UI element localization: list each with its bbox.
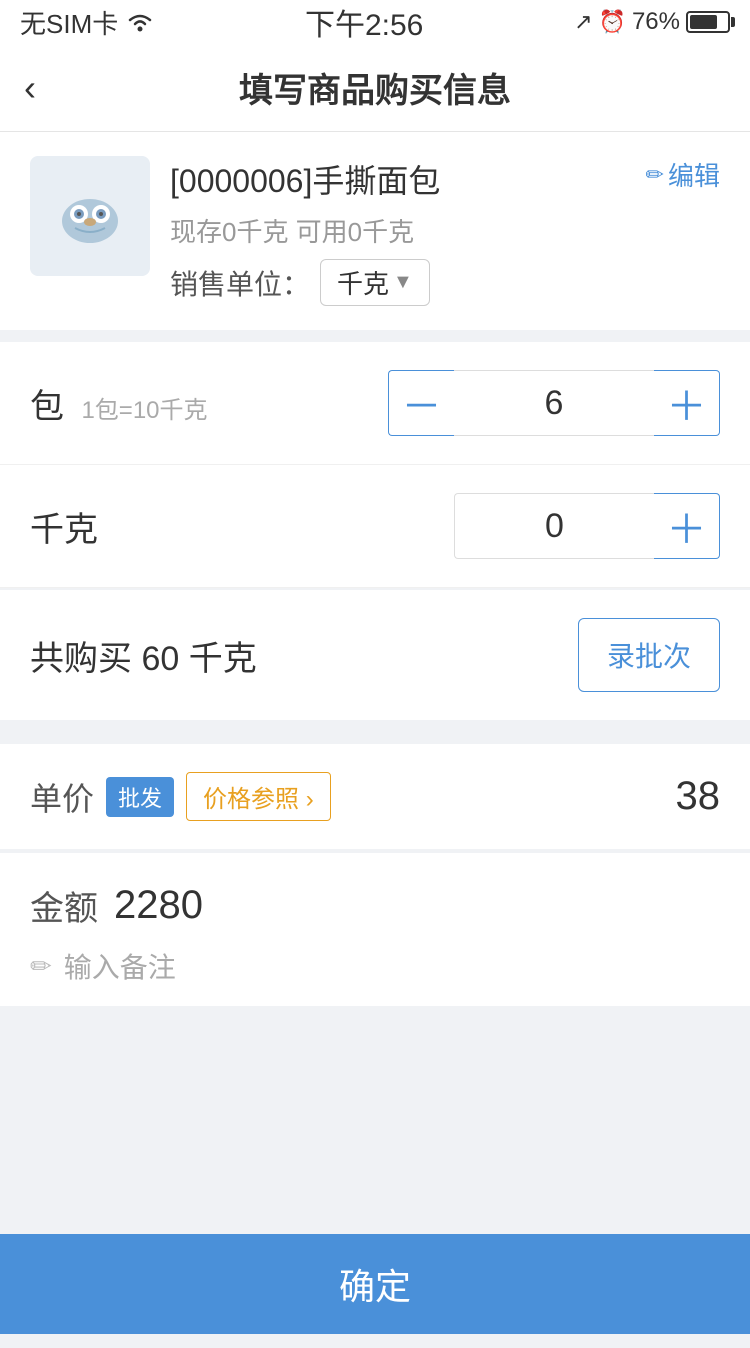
amount-row: 金额 2280 bbox=[30, 881, 720, 930]
total-text: 共购买 60 千克 bbox=[30, 631, 257, 680]
remark-placeholder: 输入备注 bbox=[64, 946, 176, 986]
price-section: 单价 批发 价格参照 › 38 bbox=[0, 744, 750, 849]
status-right: ↗ ⏰ 76% bbox=[574, 8, 730, 36]
status-left: 无SIM卡 bbox=[20, 4, 154, 41]
qianke-label: 千克 bbox=[30, 502, 454, 551]
page-title: 填写商品购买信息 bbox=[239, 63, 511, 112]
status-time: 下午2:56 bbox=[305, 0, 423, 44]
back-button[interactable]: ‹ bbox=[24, 67, 36, 109]
price-tag: 批发 bbox=[106, 777, 174, 817]
remark-pencil-icon: ✏ bbox=[30, 951, 52, 982]
edit-label: 编辑 bbox=[668, 156, 720, 193]
bao-input-section: 包 1包=10千克 － ＋ 千克 ＋ bbox=[0, 342, 750, 588]
product-section: [0000006]手撕面包 现存0千克 可用0千克 销售单位： 千克 ▼ ✏ 编… bbox=[0, 132, 750, 330]
record-batch-button[interactable]: 录批次 bbox=[578, 618, 720, 692]
amount-value: 2280 bbox=[114, 883, 203, 928]
product-info: [0000006]手撕面包 现存0千克 可用0千克 销售单位： 千克 ▼ bbox=[170, 156, 720, 306]
qianke-qty-control: ＋ bbox=[454, 493, 720, 559]
unit-value: 千克 bbox=[337, 264, 389, 301]
price-value: 38 bbox=[676, 774, 721, 819]
product-thumbnail bbox=[30, 156, 150, 276]
edit-link[interactable]: ✏ 编辑 bbox=[646, 156, 720, 193]
nav-bar: ‹ 填写商品购买信息 bbox=[0, 44, 750, 132]
unit-label: 销售单位： bbox=[170, 263, 310, 303]
bao-label: 包 1包=10千克 bbox=[30, 379, 388, 428]
wifi-icon bbox=[126, 12, 154, 32]
bao-input-row: 包 1包=10千克 － ＋ bbox=[0, 342, 750, 465]
product-code-name: [0000006]手撕面包 bbox=[170, 156, 720, 202]
confirm-button[interactable]: 确定 bbox=[0, 1234, 750, 1334]
amount-label: 金额 bbox=[30, 881, 98, 930]
bao-qty-input[interactable] bbox=[454, 370, 654, 436]
bao-decrement-button[interactable]: － bbox=[388, 370, 454, 436]
price-label: 单价 bbox=[30, 774, 94, 820]
product-owl-icon bbox=[55, 186, 125, 246]
bao-sub-label: 1包=10千克 bbox=[81, 397, 207, 424]
alarm-icon: ⏰ bbox=[599, 9, 626, 35]
product-unit-row: 销售单位： 千克 ▼ bbox=[170, 259, 720, 306]
bao-qty-control: － ＋ bbox=[388, 370, 720, 436]
edit-pencil-icon: ✏ bbox=[646, 162, 664, 188]
qianke-input-row: 千克 ＋ bbox=[0, 465, 750, 588]
total-row: 共购买 60 千克 录批次 bbox=[0, 590, 750, 720]
divider bbox=[0, 732, 750, 744]
chevron-down-icon: ▼ bbox=[393, 271, 413, 294]
qianke-increment-button[interactable]: ＋ bbox=[654, 493, 720, 559]
product-stock: 现存0千克 可用0千克 bbox=[170, 212, 720, 249]
status-bar: 无SIM卡 下午2:56 ↗ ⏰ 76% bbox=[0, 0, 750, 44]
carrier-text: 无SIM卡 bbox=[20, 4, 118, 41]
battery-icon bbox=[686, 11, 730, 33]
location-icon: ↗ bbox=[574, 9, 592, 35]
price-left: 单价 批发 价格参照 › bbox=[30, 772, 331, 821]
bao-increment-button[interactable]: ＋ bbox=[654, 370, 720, 436]
remark-row[interactable]: ✏ 输入备注 bbox=[30, 946, 720, 986]
battery-percent: 76% bbox=[632, 8, 680, 36]
price-ref-button[interactable]: 价格参照 › bbox=[186, 772, 331, 821]
amount-section: 金额 2280 ✏ 输入备注 bbox=[0, 853, 750, 1006]
unit-select[interactable]: 千克 ▼ bbox=[320, 259, 430, 306]
qianke-qty-input[interactable] bbox=[454, 493, 654, 559]
